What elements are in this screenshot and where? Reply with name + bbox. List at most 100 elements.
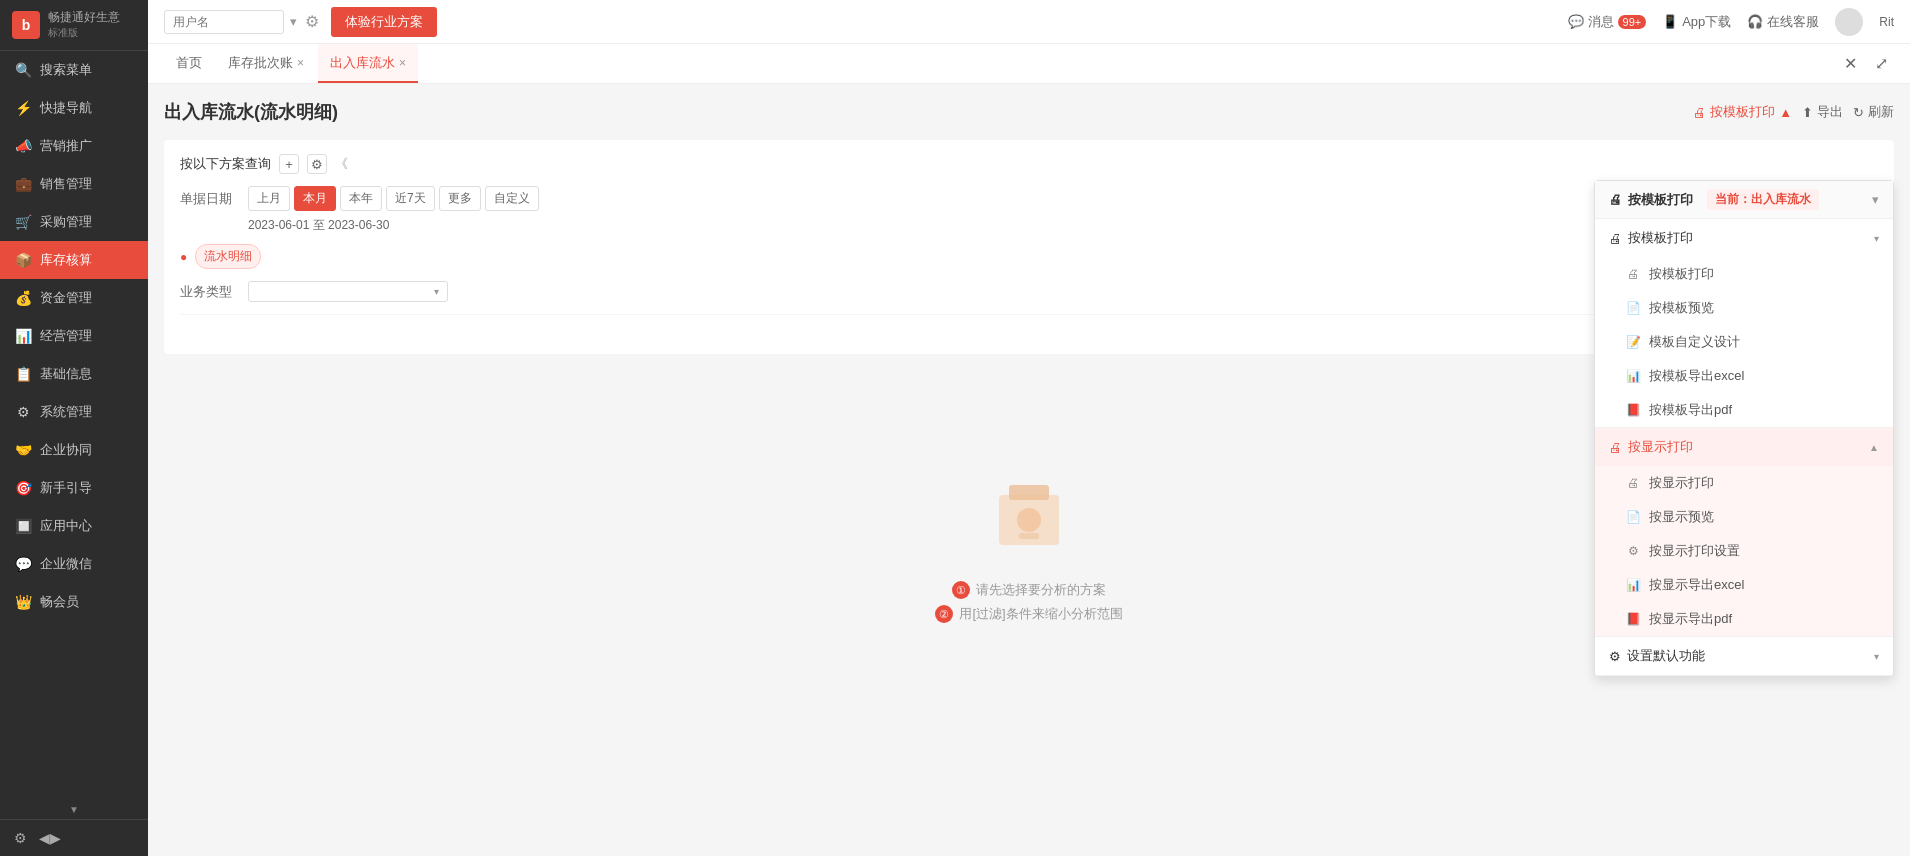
dropdown-section-default-header[interactable]: ⚙ 设置默认功能 ▾ [1595, 637, 1893, 675]
tab-inventory-batch[interactable]: 库存批次账 × [216, 44, 316, 83]
display-excel-icon: 📊 [1625, 577, 1641, 593]
sidebar-bottom: ⚙ ◀▶ [0, 819, 148, 856]
sidebar-item-member[interactable]: 👑 畅会员 [0, 583, 148, 621]
dropdown-title-text: 按模板打印 [1628, 191, 1693, 209]
sidebar-label-finance: 资金管理 [40, 289, 92, 307]
sidebar-label-enterprise: 企业协同 [40, 441, 92, 459]
dropdown-header: 🖨 按模板打印 当前：出入库流水 ▾ [1595, 181, 1893, 219]
sidebar-icon-basic: 📋 [14, 365, 32, 383]
headset-icon: 🎧 [1747, 14, 1763, 29]
sidebar-item-system[interactable]: ⚙ 系统管理 [0, 393, 148, 431]
date-btn-this-month[interactable]: 本月 [294, 186, 336, 211]
page-title-actions: 🖨 按模板打印 ▲ ⬆ 导出 ↻ 刷新 [1693, 103, 1894, 121]
sidebar-item-operations[interactable]: 📊 经营管理 [0, 317, 148, 355]
search-panel-header: 按以下方案查询 + ⚙ 《 [180, 154, 1878, 174]
dropdown-item-template-custom[interactable]: 📝 模板自定义设计 [1595, 325, 1893, 359]
biz-type-select[interactable]: ▾ [248, 281, 448, 302]
sidebar-item-basic[interactable]: 📋 基础信息 [0, 355, 148, 393]
filter-icon: ● [180, 250, 187, 264]
dropdown-item-template-pdf[interactable]: 📕 按模板导出pdf [1595, 393, 1893, 427]
page-content: 出入库流水(流水明细) 🖨 按模板打印 ▲ ⬆ 导出 ↻ 刷新 [148, 84, 1910, 856]
template-section-title: 🖨 按模板打印 [1609, 229, 1693, 247]
template-section-label: 按模板打印 [1628, 229, 1693, 247]
template-print-button[interactable]: 🖨 按模板打印 ▲ [1693, 103, 1792, 121]
tab-home[interactable]: 首页 [164, 44, 214, 83]
search-collapse-btn[interactable]: 《 [335, 155, 348, 173]
refresh-icon: ↻ [1853, 105, 1864, 120]
page-title-text: 出入库流水(流水明细) [164, 100, 338, 124]
sidebar-label-guide: 新手引导 [40, 479, 92, 497]
date-btn-7days[interactable]: 近7天 [386, 186, 435, 211]
display-pdf-label: 按显示导出pdf [1649, 610, 1879, 628]
template-print-item-label: 按模板打印 [1649, 265, 1879, 283]
sidebar-item-sales[interactable]: 💼 销售管理 [0, 165, 148, 203]
display-section-label: 按显示打印 [1628, 438, 1693, 456]
dropdown-section-display-header[interactable]: 🖨 按显示打印 ▲ [1595, 428, 1893, 466]
dropdown-item-display-excel[interactable]: 📊 按显示导出excel [1595, 568, 1893, 602]
export-button[interactable]: ⬆ 导出 [1802, 103, 1843, 121]
app-download-action[interactable]: 📱 App下载 [1662, 13, 1731, 31]
dropdown-item-template-preview[interactable]: 📄 按模板预览 [1595, 291, 1893, 325]
user-avatar[interactable] [1835, 8, 1863, 36]
sidebar-icon-system: ⚙ [14, 403, 32, 421]
filter-tag[interactable]: 流水明细 [195, 244, 261, 269]
sidebar-item-purchase[interactable]: 🛒 采购管理 [0, 203, 148, 241]
tab-inventory-batch-close[interactable]: × [297, 56, 304, 70]
tab-close-all-btn[interactable]: ✕ [1838, 52, 1863, 75]
search-add-btn[interactable]: + [279, 154, 299, 174]
customer-service-action[interactable]: 🎧 在线客服 [1747, 13, 1819, 31]
dropdown-item-template-print[interactable]: 🖨 按模板打印 [1595, 257, 1893, 291]
settings-icon[interactable]: ⚙ [14, 830, 27, 846]
sidebar-item-enterprise[interactable]: 🤝 企业协同 [0, 431, 148, 469]
template-print-arrow: ▲ [1779, 105, 1792, 120]
printer-icon: 🖨 [1693, 105, 1706, 120]
dropdown-item-display-preview[interactable]: 📄 按显示预览 [1595, 500, 1893, 534]
sidebar-item-finance[interactable]: 💰 资金管理 [0, 279, 148, 317]
tab-inout-flow[interactable]: 出入库流水 × [318, 44, 418, 83]
dropdown-section-template-header[interactable]: 🖨 按模板打印 ▾ [1595, 219, 1893, 257]
date-label: 单据日期 [180, 190, 240, 208]
date-btn-this-year[interactable]: 本年 [340, 186, 382, 211]
sidebar-icon-appcenter: 🔲 [14, 517, 32, 535]
dropdown-item-template-excel[interactable]: 📊 按模板导出excel [1595, 359, 1893, 393]
sidebar-scroll-down[interactable]: ▼ [0, 800, 148, 819]
dropdown-header-arrow[interactable]: ▾ [1872, 192, 1879, 207]
date-btn-custom[interactable]: 自定义 [485, 186, 539, 211]
search-settings-btn[interactable]: ⚙ [307, 154, 327, 174]
sidebar-item-inventory[interactable]: 📦 库存核算 [0, 241, 148, 279]
dropdown-item-display-pdf[interactable]: 📕 按显示导出pdf [1595, 602, 1893, 636]
trial-button[interactable]: 体验行业方案 [331, 7, 437, 37]
header-gear-icon[interactable]: ⚙ [305, 12, 319, 31]
date-btn-more[interactable]: 更多 [439, 186, 481, 211]
template-excel-label: 按模板导出excel [1649, 367, 1879, 385]
empty-hint-2: ② 用[过滤]条件来缩小分析范围 [935, 605, 1122, 623]
display-settings-icon: ⚙ [1625, 543, 1641, 559]
sidebar-icon-guide: 🎯 [14, 479, 32, 497]
template-preview-label: 按模板预览 [1649, 299, 1879, 317]
sidebar-label-search: 搜索菜单 [40, 61, 92, 79]
messages-action[interactable]: 💬 消息 99+ [1568, 13, 1647, 31]
sidebar-icon-sales: 💼 [14, 175, 32, 193]
biz-type-dropdown-icon: ▾ [434, 286, 439, 297]
user-dropdown-icon[interactable]: ▾ [290, 14, 297, 29]
tab-maximize-btn[interactable]: ⤢ [1869, 52, 1894, 75]
user-input[interactable] [164, 10, 284, 34]
tab-inout-flow-close[interactable]: × [399, 56, 406, 70]
sidebar-item-appcenter[interactable]: 🔲 应用中心 [0, 507, 148, 545]
collapse-icon[interactable]: ◀▶ [39, 830, 61, 846]
sidebar-item-quicknav[interactable]: ⚡ 快捷导航 [0, 89, 148, 127]
display-pdf-icon: 📕 [1625, 611, 1641, 627]
export-label: 导出 [1817, 103, 1843, 121]
refresh-button[interactable]: ↻ 刷新 [1853, 103, 1894, 121]
sidebar-item-wechat[interactable]: 💬 企业微信 [0, 545, 148, 583]
dropdown-item-display-settings[interactable]: ⚙ 按显示打印设置 [1595, 534, 1893, 568]
display-preview-icon: 📄 [1625, 509, 1641, 525]
sidebar-item-guide[interactable]: 🎯 新手引导 [0, 469, 148, 507]
app-logo-icon: b [12, 11, 40, 39]
sidebar-item-search[interactable]: 🔍 搜索菜单 [0, 51, 148, 89]
app-download-label: App下载 [1682, 13, 1731, 31]
company-name: 畅捷通好生意 [48, 10, 120, 26]
sidebar-item-marketing[interactable]: 📣 营销推广 [0, 127, 148, 165]
dropdown-item-display-print[interactable]: 🖨 按显示打印 [1595, 466, 1893, 500]
date-btn-last-month[interactable]: 上月 [248, 186, 290, 211]
